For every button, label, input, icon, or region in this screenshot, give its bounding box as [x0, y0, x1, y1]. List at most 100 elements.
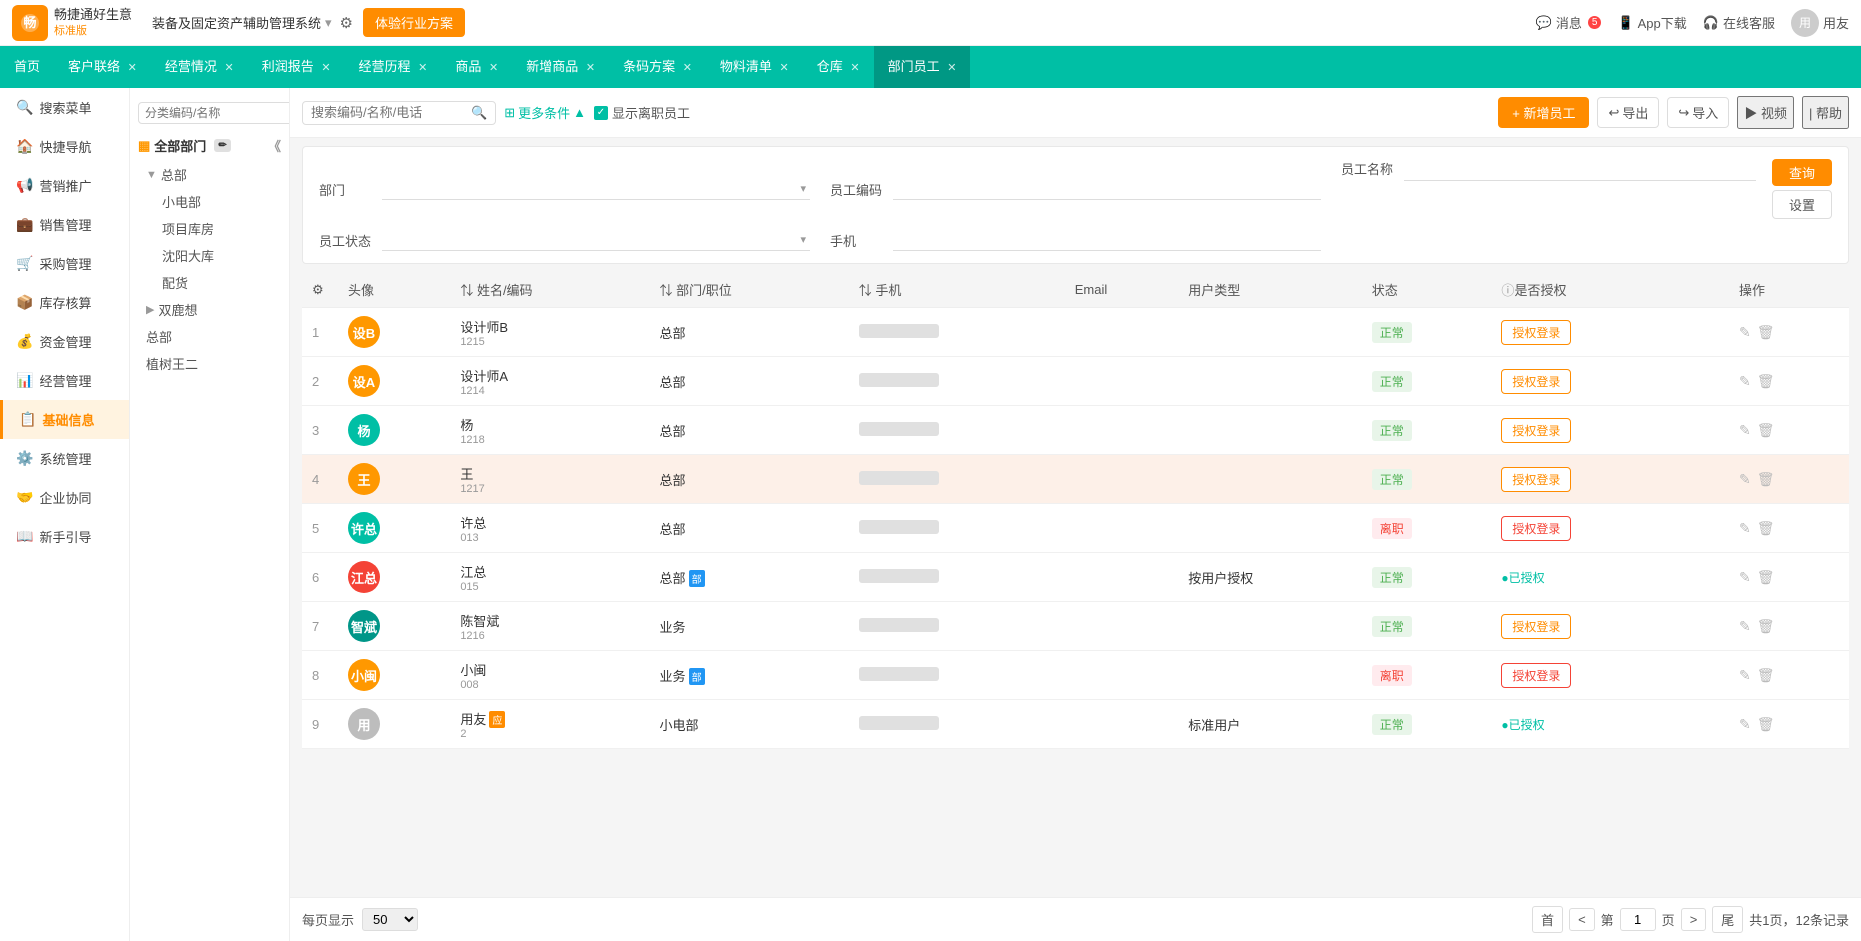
nav-goods[interactable]: 商品 ✕: [441, 46, 512, 88]
import-button[interactable]: ↪ 导入: [1667, 97, 1729, 128]
nav-dept-staff[interactable]: 部门员工 ✕: [874, 46, 971, 88]
current-page-input[interactable]: [1620, 908, 1656, 931]
delete-icon[interactable]: 🗑: [1757, 716, 1775, 733]
sidebar-item-basic[interactable]: 📋 基础信息: [0, 400, 129, 439]
dept-node-zongbu2[interactable]: 总部: [138, 323, 289, 350]
online-service-item[interactable]: 🎧 在线客服: [1703, 13, 1775, 32]
nav-bom[interactable]: 物料清单 ✕: [706, 46, 803, 88]
sidebar-item-marketing[interactable]: 📢 营销推广: [0, 166, 129, 205]
last-page-btn[interactable]: 尾: [1712, 906, 1743, 933]
filter-emp-name-input[interactable]: [1404, 159, 1756, 181]
close-icon[interactable]: ✕: [128, 62, 137, 74]
sidebar-item-search[interactable]: 🔍 搜索菜单: [0, 88, 129, 127]
delete-icon[interactable]: 🗑: [1757, 471, 1775, 488]
dept-edit-tag[interactable]: ✏: [214, 139, 230, 152]
edit-icon[interactable]: ✎: [1739, 324, 1751, 341]
set-button[interactable]: 设置: [1772, 190, 1832, 219]
first-page-btn[interactable]: 首: [1532, 906, 1563, 933]
auth-login-btn[interactable]: 授权登录: [1501, 614, 1571, 639]
page-size-select[interactable]: 50 20 100: [362, 908, 418, 931]
message-icon-item[interactable]: 💬 消息 5: [1536, 13, 1602, 32]
close-icon[interactable]: ✕: [850, 62, 859, 74]
close-icon[interactable]: ✕: [780, 62, 789, 74]
sys-dropdown-icon[interactable]: ▾: [325, 15, 332, 31]
delete-icon[interactable]: 🗑: [1757, 569, 1775, 586]
dept-header[interactable]: ▦ 全部部门 ✏ 《: [130, 130, 289, 161]
help-button[interactable]: | 帮助: [1802, 96, 1849, 129]
search-input[interactable]: [311, 105, 471, 120]
sidebar-item-quicknav[interactable]: 🏠 快捷导航: [0, 127, 129, 166]
edit-icon[interactable]: ✎: [1739, 373, 1751, 390]
close-icon[interactable]: ✕: [418, 62, 427, 74]
next-page-btn[interactable]: >: [1681, 908, 1707, 931]
filter-status-select[interactable]: [382, 229, 810, 250]
nav-add-goods[interactable]: 新增商品 ✕: [512, 46, 609, 88]
sidebar-item-inventory[interactable]: 📦 库存核算: [0, 283, 129, 322]
filter-dept-select[interactable]: [382, 178, 810, 199]
th-dept-position[interactable]: ⇅ 部门/职位: [650, 272, 849, 308]
trial-button[interactable]: 体验行业方案: [363, 8, 465, 37]
sidebar-item-purchase[interactable]: 🛒 采购管理: [0, 244, 129, 283]
th-phone[interactable]: ⇅ 手机: [849, 272, 1065, 308]
delete-icon[interactable]: 🗑: [1757, 373, 1775, 390]
show-resign-toggle[interactable]: ✓ 显示离职员工: [594, 103, 690, 122]
auth-login-btn-resign[interactable]: 授权登录: [1501, 663, 1571, 688]
delete-icon[interactable]: 🗑: [1757, 667, 1775, 684]
dept-node-shuanglu[interactable]: ▶ 双鹿想: [138, 296, 289, 323]
dept-node-zongbu-parent[interactable]: ▼ 总部: [138, 161, 289, 188]
prev-page-btn[interactable]: <: [1569, 908, 1595, 931]
edit-icon[interactable]: ✎: [1739, 667, 1751, 684]
search-icon[interactable]: 🔍: [471, 105, 487, 121]
dept-node-peihuo[interactable]: 配货: [138, 269, 289, 296]
filter-emp-code-input[interactable]: [893, 178, 1321, 200]
auth-login-btn[interactable]: 授权登录: [1501, 418, 1571, 443]
nav-customer[interactable]: 客户联络 ✕: [54, 46, 151, 88]
dept-node-xiaodianbу[interactable]: 小电部: [138, 188, 289, 215]
close-icon[interactable]: ✕: [683, 62, 692, 74]
dept-search-input[interactable]: [138, 102, 290, 124]
add-employee-button[interactable]: + 新增员工: [1498, 97, 1589, 128]
delete-icon[interactable]: 🗑: [1757, 324, 1775, 341]
export-button[interactable]: ↩ 导出: [1597, 97, 1659, 128]
dept-node-project[interactable]: 项目库房: [138, 215, 289, 242]
delete-icon[interactable]: 🗑: [1757, 422, 1775, 439]
edit-icon[interactable]: ✎: [1739, 569, 1751, 586]
th-settings[interactable]: ⚙: [302, 272, 338, 308]
auth-login-btn[interactable]: 授权登录: [1501, 369, 1571, 394]
sidebar-item-system[interactable]: ⚙️ 系统管理: [0, 439, 129, 478]
close-icon[interactable]: ✕: [947, 62, 956, 74]
nav-profit[interactable]: 利润报告 ✕: [248, 46, 345, 88]
close-icon[interactable]: ✕: [224, 62, 233, 74]
more-filter-btn[interactable]: ⊞ 更多条件 ▲: [504, 103, 586, 122]
nav-barcode[interactable]: 条码方案 ✕: [609, 46, 706, 88]
close-icon[interactable]: ✕: [489, 62, 498, 74]
sidebar-item-management[interactable]: 📊 经营管理: [0, 361, 129, 400]
sidebar-item-finance[interactable]: 💰 资金管理: [0, 322, 129, 361]
video-button[interactable]: ▶ 视频: [1737, 96, 1794, 129]
sidebar-item-collab[interactable]: 🤝 企业协同: [0, 478, 129, 517]
dept-node-shenyang[interactable]: 沈阳大库: [138, 242, 289, 269]
th-name-code[interactable]: ⇅ 姓名/编码: [450, 272, 649, 308]
edit-icon[interactable]: ✎: [1739, 618, 1751, 635]
filter-phone-input[interactable]: [893, 229, 1321, 251]
app-download-item[interactable]: 📱 App下载: [1617, 13, 1686, 32]
gear-icon[interactable]: ⚙: [340, 14, 353, 32]
edit-icon[interactable]: ✎: [1739, 471, 1751, 488]
sidebar-item-sales[interactable]: 💼 销售管理: [0, 205, 129, 244]
dept-node-zhishu[interactable]: 植树王二: [138, 350, 289, 377]
query-button[interactable]: 查询: [1772, 159, 1832, 186]
auth-login-btn[interactable]: 授权登录: [1501, 467, 1571, 492]
nav-home[interactable]: 首页: [0, 46, 54, 88]
auth-login-btn[interactable]: 授权登录: [1501, 320, 1571, 345]
delete-icon[interactable]: 🗑: [1757, 618, 1775, 635]
nav-history[interactable]: 经营历程 ✕: [345, 46, 442, 88]
edit-icon[interactable]: ✎: [1739, 422, 1751, 439]
close-icon[interactable]: ✕: [586, 62, 595, 74]
sidebar-item-guide[interactable]: 📖 新手引导: [0, 517, 129, 556]
user-item[interactable]: 用 用友: [1791, 9, 1849, 37]
auth-login-btn-resign[interactable]: 授权登录: [1501, 516, 1571, 541]
dept-collapse-btn[interactable]: 《: [268, 136, 281, 155]
nav-operation[interactable]: 经营情况 ✕: [151, 46, 248, 88]
edit-icon[interactable]: ✎: [1739, 520, 1751, 537]
edit-icon[interactable]: ✎: [1739, 716, 1751, 733]
